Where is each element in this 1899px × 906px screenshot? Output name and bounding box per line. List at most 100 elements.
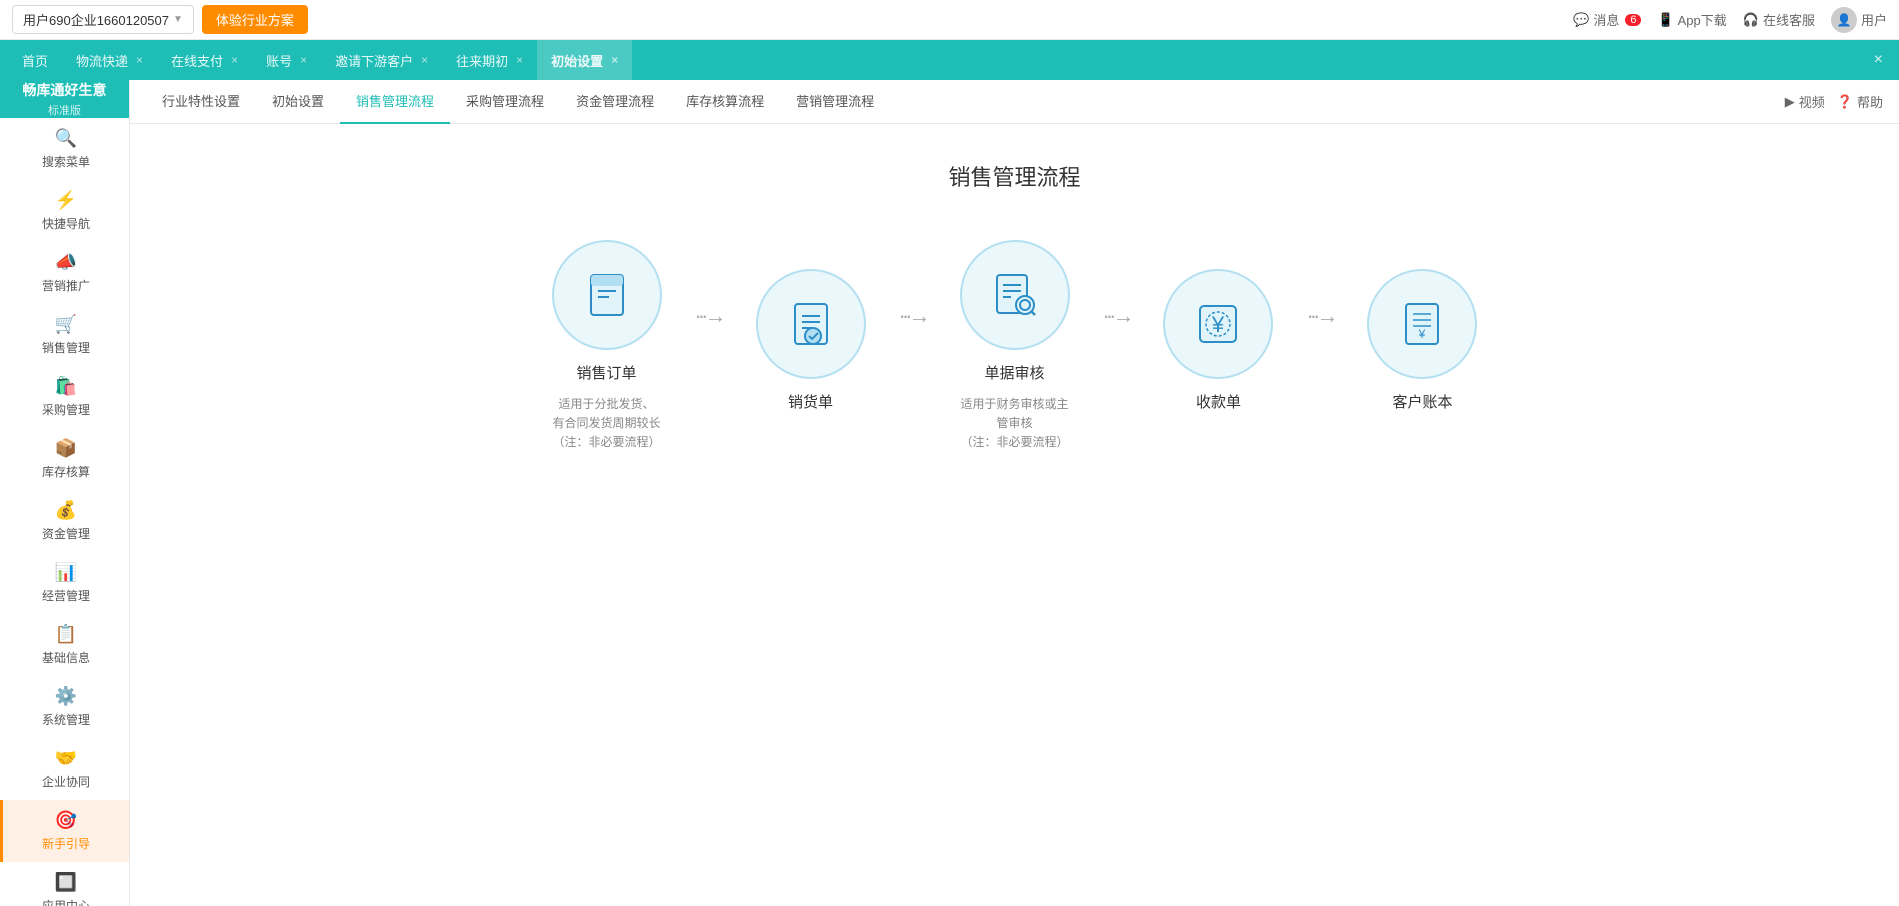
flow-circle-doc-review: [960, 240, 1070, 350]
tab-home-label: 首页: [22, 51, 48, 70]
subtab-inventory-flow[interactable]: 库存核算流程: [670, 80, 780, 124]
sidebar-item-app-center[interactable]: 🔲 应用中心: [0, 862, 129, 906]
tab-payment[interactable]: 在线支付 ×: [157, 40, 252, 80]
sidebar-marketing-label: 营销推广: [42, 277, 90, 294]
tab-period[interactable]: 往来期初 ×: [442, 40, 537, 80]
sidebar-item-finance[interactable]: 💰 资金管理: [0, 490, 129, 552]
user-label: 用户690企业1660120507: [23, 10, 169, 29]
search-icon: 🔍: [55, 128, 77, 149]
flow-content: 销售管理流程 销售订单 适用于分批: [130, 124, 1899, 906]
video-label: 视频: [1799, 92, 1825, 111]
help-btn[interactable]: ❓ 帮助: [1837, 92, 1883, 111]
close-all-tabs-btn[interactable]: ×: [1866, 51, 1891, 69]
target-icon: 🎯: [55, 810, 77, 831]
tab-init[interactable]: 初始设置 ×: [537, 40, 632, 80]
subtab-sales-flow[interactable]: 销售管理流程: [340, 80, 450, 124]
sidebar-logo: 畅库通好生意 标准版: [0, 80, 129, 118]
flow-arrow-4: ···→: [1306, 303, 1334, 389]
svg-text:¥: ¥: [1211, 312, 1225, 337]
flow-arrow-2: ···→: [899, 303, 927, 389]
subtab-finance-flow[interactable]: 资金管理流程: [560, 80, 670, 124]
bag-icon: 🛍️: [55, 376, 77, 397]
money-icon: 💰: [55, 500, 77, 521]
top-bar-right: 💬 消息 6 📱 App下载 🎧 在线客服 👤 用户: [1573, 7, 1887, 33]
tab-period-label: 往来期初: [456, 51, 508, 70]
flow-step-sales-order[interactable]: 销售订单 适用于分批发货、有合同发货周期较长（注：非必要流程）: [527, 240, 687, 453]
sidebar-item-purchase[interactable]: 🛍️ 采购管理: [0, 366, 129, 428]
sub-tabs: 行业特性设置 初始设置 销售管理流程 采购管理流程 资金管理流程 库存核算流程 …: [130, 80, 1899, 124]
sidebar-item-enterprise-coop[interactable]: 🤝 企业协同: [0, 738, 129, 800]
subtab-industry-label: 行业特性设置: [162, 91, 240, 110]
subtab-salesflow-label: 销售管理流程: [356, 91, 434, 110]
tab-home[interactable]: 首页: [8, 40, 62, 80]
subtab-purchaseflow-label: 采购管理流程: [466, 91, 544, 110]
flow-step-doc-review[interactable]: 单据审核 适用于财务审核或主管审核（注：非必要流程）: [935, 240, 1095, 453]
sidebar-inventory-label: 库存核算: [42, 463, 90, 480]
avatar: 👤: [1831, 7, 1857, 33]
flow-step-receipt[interactable]: ¥ 收款单: [1138, 269, 1298, 424]
sidebar-sales-label: 销售管理: [42, 339, 90, 356]
user-selector[interactable]: 用户690企业1660120507 ▼: [12, 5, 194, 34]
flow-circle-sales-order: [552, 240, 662, 350]
sidebar-item-sales[interactable]: 🛒 销售管理: [0, 304, 129, 366]
user-avatar-btn[interactable]: 👤 用户: [1831, 7, 1887, 33]
sidebar-newbie-label: 新手引导: [42, 835, 90, 852]
sidebar-item-marketing[interactable]: 📣 营销推广: [0, 242, 129, 304]
subtab-marketing-flow[interactable]: 营销管理流程: [780, 80, 890, 124]
chevron-down-icon: ▼: [173, 14, 183, 25]
sidebar-finance-label: 资金管理: [42, 525, 90, 542]
tab-logistics[interactable]: 物流快递 ×: [62, 40, 157, 80]
tab-account[interactable]: 账号 ×: [252, 40, 321, 80]
step-name-sales-order: 销售订单: [577, 362, 637, 383]
play-icon: ▶: [1785, 94, 1795, 110]
flow-title: 销售管理流程: [170, 160, 1859, 192]
flow-circle-customer-account: ¥: [1367, 269, 1477, 379]
question-icon: ❓: [1837, 94, 1853, 110]
message-icon: 💬: [1573, 12, 1589, 28]
grid-icon: 🔲: [55, 872, 77, 893]
subtab-init-settings[interactable]: 初始设置: [256, 80, 340, 124]
service-icon: 🎧: [1743, 12, 1759, 28]
sidebar-appcenter-label: 应用中心: [42, 897, 90, 906]
tab-logistics-close[interactable]: ×: [136, 53, 143, 67]
sidebar-item-newbie[interactable]: 🎯 新手引导: [0, 800, 129, 862]
sidebar-item-quick-nav[interactable]: ⚡ 快捷导航: [0, 180, 129, 242]
sidebar-operations-label: 经营管理: [42, 587, 90, 604]
tab-account-close[interactable]: ×: [300, 53, 307, 67]
top-bar-left: 用户690企业1660120507 ▼ 体验行业方案: [12, 5, 308, 34]
tab-init-close[interactable]: ×: [611, 53, 618, 67]
sidebar-item-search[interactable]: 🔍 搜索菜单: [0, 118, 129, 180]
flow-step-delivery[interactable]: 销货单: [731, 269, 891, 424]
sidebar-item-operations[interactable]: 📊 经营管理: [0, 552, 129, 614]
app-download-label: App下载: [1678, 10, 1727, 29]
flow-diagram: 销售订单 适用于分批发货、有合同发货周期较长（注：非必要流程） ···→: [170, 240, 1859, 453]
tab-invite[interactable]: 邀请下游客户 ×: [321, 40, 442, 80]
help-label: 帮助: [1857, 92, 1883, 111]
tab-invite-close[interactable]: ×: [421, 53, 428, 67]
tab-payment-close[interactable]: ×: [231, 53, 238, 67]
sidebar-purchase-label: 采购管理: [42, 401, 90, 418]
video-btn[interactable]: ▶ 视频: [1785, 92, 1825, 111]
online-service-btn[interactable]: 🎧 在线客服: [1743, 10, 1815, 29]
gear-icon: ⚙️: [55, 686, 77, 707]
subtab-inventoryflow-label: 库存核算流程: [686, 91, 764, 110]
subtab-industry[interactable]: 行业特性设置: [146, 80, 256, 124]
flow-step-customer-account[interactable]: ¥ 客户账本: [1342, 269, 1502, 424]
tab-period-close[interactable]: ×: [516, 53, 523, 67]
message-btn[interactable]: 💬 消息 6: [1573, 10, 1641, 29]
message-badge: 6: [1625, 14, 1641, 26]
sub-tabs-right: ▶ 视频 ❓ 帮助: [1785, 92, 1883, 111]
app-download-btn[interactable]: 📱 App下载: [1657, 10, 1726, 29]
subtab-purchase-flow[interactable]: 采购管理流程: [450, 80, 560, 124]
experience-btn[interactable]: 体验行业方案: [202, 5, 308, 34]
sidebar-quicknav-label: 快捷导航: [42, 215, 90, 232]
flow-circle-delivery: [756, 269, 866, 379]
sidebar-item-system[interactable]: ⚙️ 系统管理: [0, 676, 129, 738]
sidebar-item-basic-info[interactable]: 📋 基础信息: [0, 614, 129, 676]
step-desc-sales-order: 适用于分批发货、有合同发货周期较长（注：非必要流程）: [553, 395, 661, 453]
megaphone-icon: 📣: [55, 252, 77, 273]
sidebar-item-inventory[interactable]: 📦 库存核算: [0, 428, 129, 490]
step-name-delivery: 销货单: [788, 391, 833, 412]
flow-arrow-1: ···→: [695, 303, 723, 389]
tab-init-label: 初始设置: [551, 51, 603, 70]
